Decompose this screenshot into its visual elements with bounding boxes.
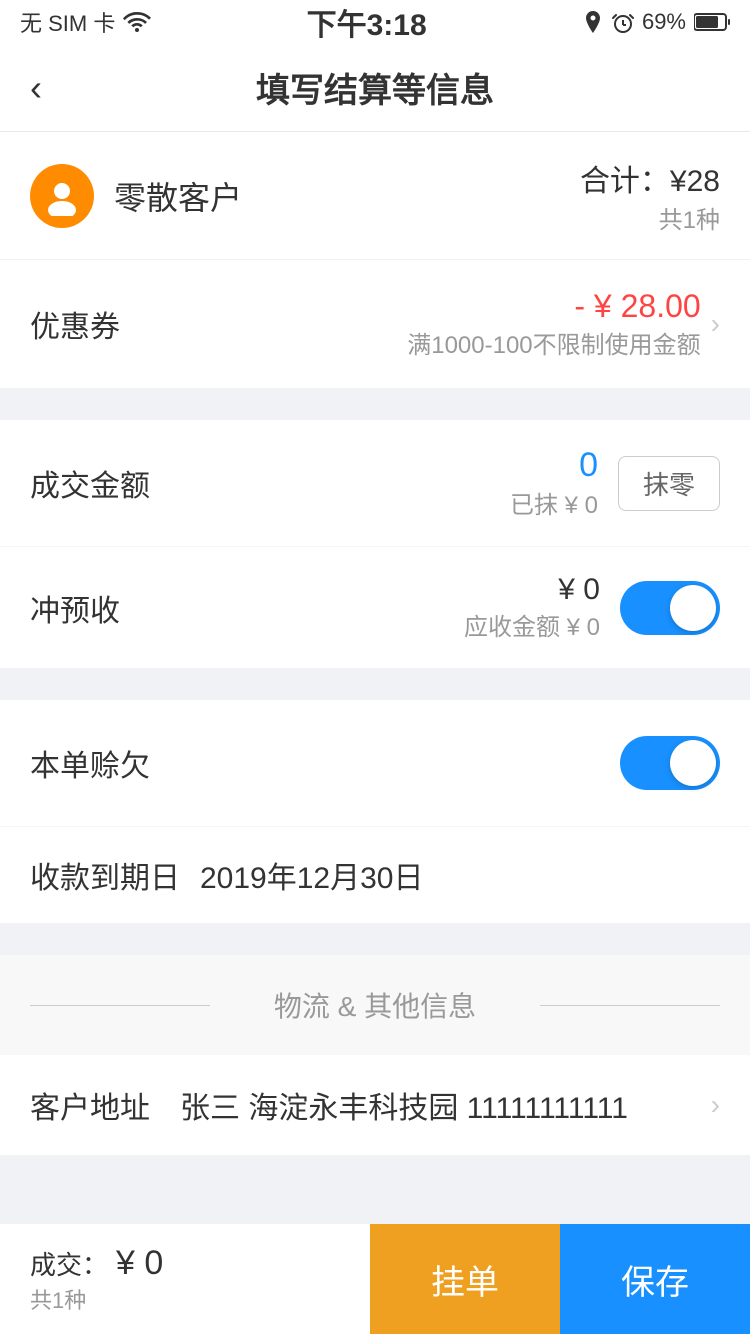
precollect-receivable: 应收金额 ¥ 0 bbox=[464, 607, 600, 642]
precollect-amount: ¥ 0 bbox=[464, 573, 600, 607]
customer-total: 合计：¥28 bbox=[580, 156, 720, 200]
customer-avatar bbox=[30, 164, 94, 228]
round-zero-button[interactable]: 抹零 bbox=[618, 456, 720, 511]
divider-2 bbox=[0, 684, 750, 700]
user-icon bbox=[42, 176, 82, 216]
coupon-desc: 满1000-100不限制使用金额 bbox=[407, 325, 700, 360]
location-icon bbox=[582, 11, 604, 33]
deal-right: 0 已抹 ¥ 0 抹零 bbox=[510, 446, 720, 520]
coupon-amount: - ¥ 28.00 bbox=[407, 288, 700, 325]
address-label: 客户地址 bbox=[30, 1083, 150, 1127]
no-sim-label: 无 SIM 卡 bbox=[20, 6, 115, 38]
precollect-right: ¥ 0 应收金额 ¥ 0 bbox=[464, 573, 720, 642]
nav-bar: ‹ 填写结算等信息 bbox=[0, 44, 750, 132]
duedate-row: 收款到期日 2019年12月30日 bbox=[0, 826, 750, 923]
deal-sub-text: 已抹 ¥ 0 bbox=[510, 485, 598, 520]
wifi-icon bbox=[123, 12, 151, 32]
precollect-toggle[interactable] bbox=[620, 581, 720, 635]
customer-section: 零散客户 合计：¥28 共1种 优惠券 - ¥ 28.00 满1000-100不… bbox=[0, 132, 750, 388]
customer-count: 共1种 bbox=[580, 200, 720, 235]
toggle-knob bbox=[670, 585, 716, 631]
precollect-amounts: ¥ 0 应收金额 ¥ 0 bbox=[464, 573, 600, 642]
hang-single-button[interactable]: 挂单 bbox=[370, 1224, 560, 1334]
duedate-value: 2019年12月30日 bbox=[200, 853, 423, 897]
back-button[interactable]: ‹ bbox=[30, 67, 42, 109]
alarm-icon bbox=[612, 11, 634, 33]
status-left: 无 SIM 卡 bbox=[20, 6, 151, 38]
summary-value: ¥ 0 bbox=[116, 1244, 163, 1283]
deal-label: 成交金额 bbox=[30, 461, 150, 505]
coupon-right: - ¥ 28.00 满1000-100不限制使用金额 › bbox=[407, 288, 720, 360]
deal-value: 0 bbox=[579, 446, 598, 484]
address-row[interactable]: 客户地址 张三 海淀永丰科技园 11111111111 › bbox=[0, 1055, 750, 1155]
battery-icon bbox=[694, 12, 730, 32]
deal-row: 成交金额 0 已抹 ¥ 0 抹零 bbox=[0, 420, 750, 547]
summary-count: 共1种 bbox=[30, 1283, 340, 1315]
save-button[interactable]: 保存 bbox=[560, 1224, 750, 1334]
logistics-section: 物流 & 其他信息 客户地址 张三 海淀永丰科技园 11111111111 › bbox=[0, 955, 750, 1155]
precollect-row: 冲预收 ¥ 0 应收金额 ¥ 0 bbox=[0, 547, 750, 668]
bottom-summary: 成交： ¥ 0 共1种 bbox=[0, 1244, 370, 1315]
debit-label: 本单赊欠 bbox=[30, 741, 150, 785]
divider-1 bbox=[0, 404, 750, 420]
logistics-header-text: 物流 & 其他信息 bbox=[274, 991, 476, 1022]
debit-row: 本单赊欠 bbox=[0, 700, 750, 826]
address-value: 张三 海淀永丰科技园 11111111111 bbox=[180, 1083, 711, 1127]
precollect-label: 冲预收 bbox=[30, 595, 120, 628]
customer-name: 零散客户 bbox=[114, 173, 242, 219]
coupon-label: 优惠券 bbox=[30, 302, 120, 346]
summary-label: 成交： bbox=[30, 1245, 108, 1282]
battery-percent: 69% bbox=[642, 9, 686, 35]
status-bar: 无 SIM 卡 下午3:18 69% bbox=[0, 0, 750, 44]
precollect-left: 冲预收 bbox=[30, 586, 120, 630]
coupon-info: - ¥ 28.00 满1000-100不限制使用金额 bbox=[407, 288, 700, 360]
customer-left: 零散客户 bbox=[30, 164, 242, 228]
coupon-row[interactable]: 优惠券 - ¥ 28.00 满1000-100不限制使用金额 › bbox=[0, 259, 750, 388]
content: 零散客户 合计：¥28 共1种 优惠券 - ¥ 28.00 满1000-100不… bbox=[0, 132, 750, 1291]
duedate-label: 收款到期日 bbox=[30, 853, 180, 897]
page-title: 填写结算等信息 bbox=[256, 63, 494, 112]
customer-right: 合计：¥28 共1种 bbox=[580, 156, 720, 235]
divider-3 bbox=[0, 939, 750, 955]
chevron-right-icon: › bbox=[711, 308, 720, 340]
debit-toggle[interactable] bbox=[620, 736, 720, 790]
status-time: 下午3:18 bbox=[307, 0, 427, 44]
bottom-bar: 成交： ¥ 0 共1种 挂单 保存 bbox=[0, 1224, 750, 1334]
address-chevron-icon: › bbox=[711, 1089, 720, 1121]
status-right: 69% bbox=[582, 9, 730, 35]
debit-section: 本单赊欠 收款到期日 2019年12月30日 bbox=[0, 700, 750, 923]
logistics-header: 物流 & 其他信息 bbox=[0, 955, 750, 1055]
customer-row: 零散客户 合计：¥28 共1种 bbox=[0, 132, 750, 259]
debit-toggle-knob bbox=[670, 740, 716, 786]
deal-section: 成交金额 0 已抹 ¥ 0 抹零 冲预收 ¥ 0 应收金额 ¥ 0 bbox=[0, 420, 750, 668]
